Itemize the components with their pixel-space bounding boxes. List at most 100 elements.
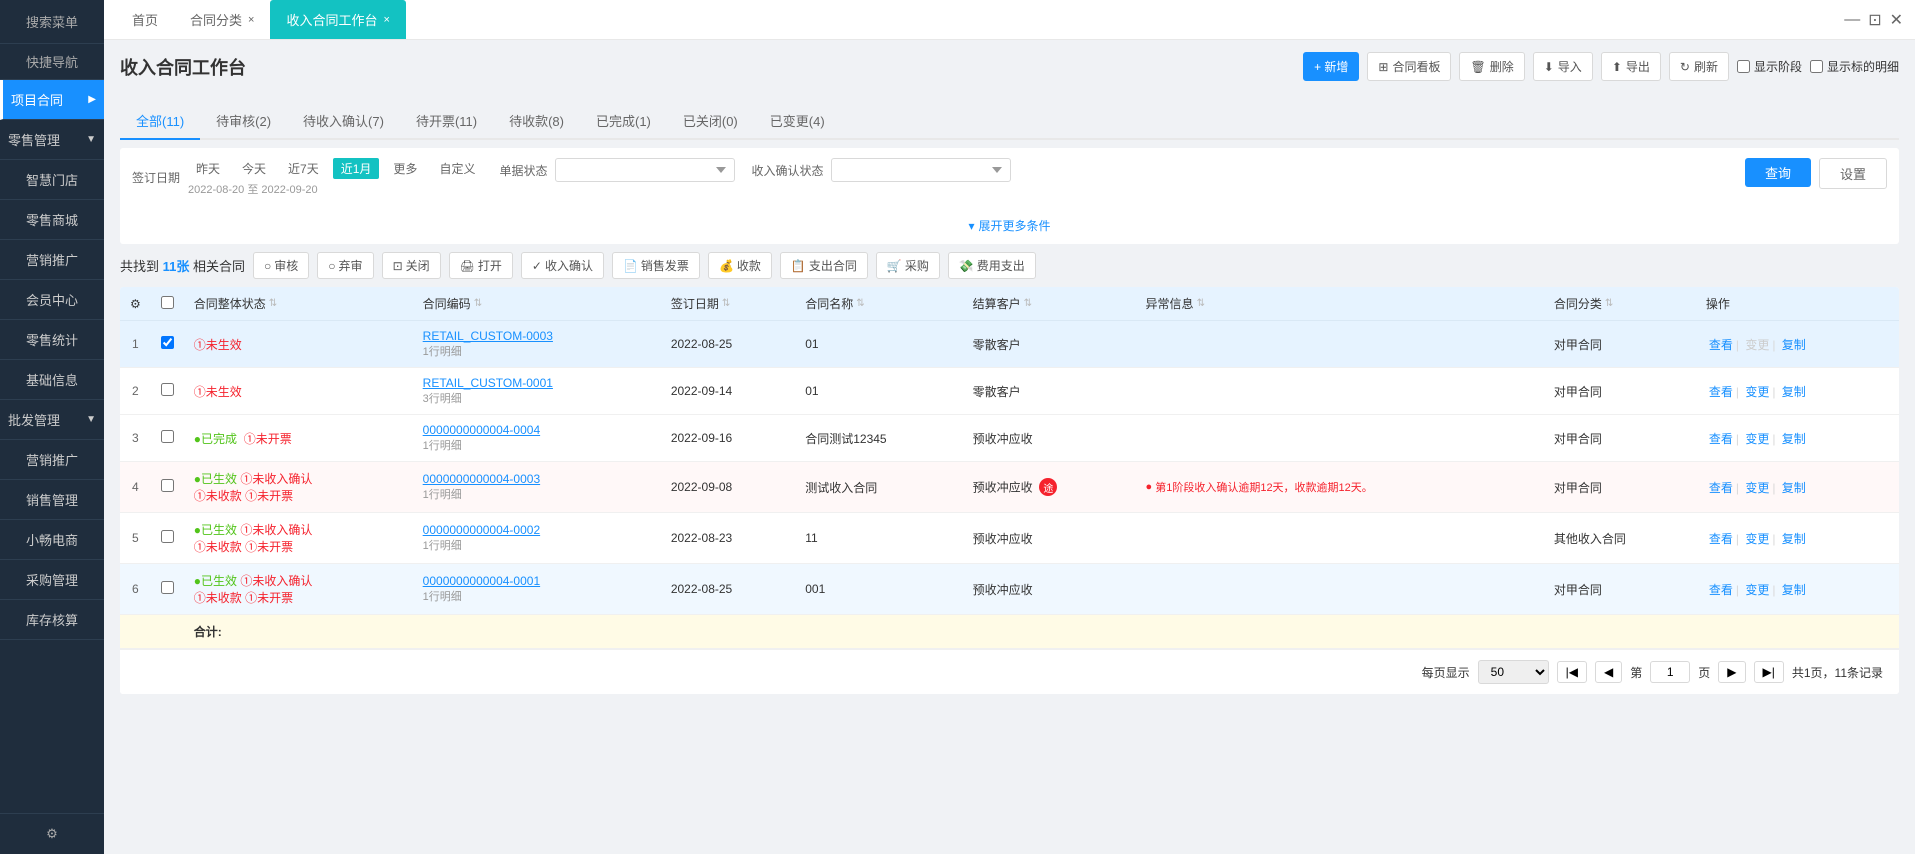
date-btn-yesterday[interactable]: 昨天 bbox=[188, 158, 228, 179]
row-checkbox[interactable] bbox=[161, 336, 174, 349]
filter-tab-pending-confirm[interactable]: 待收入确认(7) bbox=[287, 103, 400, 140]
select-all-checkbox[interactable] bbox=[161, 296, 174, 309]
change-action[interactable]: 变更 bbox=[1745, 583, 1769, 597]
sidebar-item-xiaochangec[interactable]: 小畅电商 bbox=[0, 520, 104, 560]
show-details-checkbox[interactable] bbox=[1810, 60, 1823, 73]
sidebar-item-retail-stat[interactable]: 零售统计 bbox=[0, 320, 104, 360]
contract-code-link[interactable]: 0000000000004-0002 bbox=[423, 523, 540, 537]
view-action[interactable]: 查看 bbox=[1709, 338, 1733, 352]
date-btn-last7days[interactable]: 近7天 bbox=[280, 158, 327, 179]
show-details-check[interactable]: 显示标的明细 bbox=[1810, 58, 1899, 75]
doc-status-select[interactable] bbox=[555, 158, 735, 182]
income-confirm-select[interactable] bbox=[831, 158, 1011, 182]
copy-action[interactable]: 复制 bbox=[1782, 481, 1806, 495]
sidebar-item-purchase[interactable]: 采购管理 bbox=[0, 560, 104, 600]
sales-invoice-button[interactable]: 📄 销售发票 bbox=[612, 252, 700, 279]
contract-code-link[interactable]: 0000000000004-0001 bbox=[423, 574, 540, 588]
prev-page-btn[interactable]: ◀ bbox=[1595, 661, 1622, 683]
view-action[interactable]: 查看 bbox=[1709, 385, 1733, 399]
copy-action[interactable]: 复制 bbox=[1782, 532, 1806, 546]
expense-out-button[interactable]: 📋 支出合同 bbox=[780, 252, 868, 279]
payment-button[interactable]: 💰 收款 bbox=[708, 252, 772, 279]
change-action[interactable]: 变更 bbox=[1745, 338, 1769, 352]
tab-maximize-icon[interactable]: ⊡ bbox=[1868, 10, 1881, 30]
change-action[interactable]: 变更 bbox=[1745, 385, 1769, 399]
settings-button[interactable]: 设置 bbox=[1819, 158, 1887, 189]
contract-code-link[interactable]: RETAIL_CUSTOM-0003 bbox=[423, 329, 553, 343]
sort-error-icon[interactable]: ⇅ bbox=[1197, 298, 1205, 309]
copy-action[interactable]: 复制 bbox=[1782, 583, 1806, 597]
tab-income-workbench[interactable]: 收入合同工作台 × bbox=[270, 0, 405, 39]
sidebar-item-smart-store[interactable]: 智慧门店 bbox=[0, 160, 104, 200]
income-confirm-button[interactable]: ✓ 收入确认 bbox=[521, 252, 604, 279]
sidebar-item-marketing[interactable]: 营销推广 bbox=[0, 240, 104, 280]
sort-type-icon[interactable]: ⇅ bbox=[1605, 298, 1613, 309]
sort-date-icon[interactable]: ⇅ bbox=[722, 298, 730, 309]
copy-action[interactable]: 复制 bbox=[1782, 432, 1806, 446]
settings-col-icon[interactable]: ⚙ bbox=[130, 297, 141, 311]
purchase-button[interactable]: 🛒 采购 bbox=[876, 252, 940, 279]
sidebar-item-inventory[interactable]: 库存核算 bbox=[0, 600, 104, 640]
kanban-button[interactable]: ⊞ 合同看板 bbox=[1367, 52, 1451, 81]
row-checkbox[interactable] bbox=[161, 430, 174, 443]
last-page-btn[interactable]: ▶| bbox=[1754, 661, 1784, 683]
query-button[interactable]: 查询 bbox=[1745, 158, 1811, 187]
contract-code-link[interactable]: 0000000000004-0003 bbox=[423, 472, 540, 486]
contract-code-link[interactable]: 0000000000004-0004 bbox=[423, 423, 540, 437]
view-action[interactable]: 查看 bbox=[1709, 432, 1733, 446]
sidebar-quick-nav[interactable]: 快捷导航 bbox=[0, 44, 104, 80]
change-action[interactable]: 变更 bbox=[1745, 432, 1769, 446]
close-contract-button[interactable]: ⊡ 关闭 bbox=[382, 252, 441, 279]
new-button[interactable]: + 新增 bbox=[1303, 52, 1359, 81]
tab-minimize-icon[interactable]: — bbox=[1844, 11, 1860, 29]
filter-tab-changed[interactable]: 已变更(4) bbox=[754, 103, 841, 140]
tab-close-income-workbench[interactable]: × bbox=[383, 14, 389, 26]
import-button[interactable]: ⬇ 导入 bbox=[1533, 52, 1593, 81]
sort-name-icon[interactable]: ⇅ bbox=[856, 298, 864, 309]
next-page-btn[interactable]: ▶ bbox=[1718, 661, 1745, 683]
filter-tab-completed[interactable]: 已完成(1) bbox=[580, 103, 667, 140]
view-action[interactable]: 查看 bbox=[1709, 532, 1733, 546]
filter-tab-closed[interactable]: 已关闭(0) bbox=[667, 103, 754, 140]
print-button[interactable]: 🖨 打开 bbox=[449, 252, 513, 279]
sidebar-item-member[interactable]: 会员中心 bbox=[0, 280, 104, 320]
sidebar-settings[interactable]: ⚙ bbox=[0, 813, 104, 854]
row-checkbox[interactable] bbox=[161, 383, 174, 396]
sort-code-icon[interactable]: ⇅ bbox=[474, 298, 482, 309]
copy-action[interactable]: 复制 bbox=[1782, 338, 1806, 352]
change-action[interactable]: 变更 bbox=[1745, 481, 1769, 495]
date-btn-more[interactable]: 更多 bbox=[385, 158, 425, 179]
tab-close-contract-type[interactable]: × bbox=[248, 14, 254, 26]
contract-code-link[interactable]: RETAIL_CUSTOM-0001 bbox=[423, 376, 553, 390]
row-checkbox[interactable] bbox=[161, 530, 174, 543]
page-size-select[interactable]: 50 10 20 100 bbox=[1478, 660, 1549, 684]
delete-button[interactable]: 🗑 删除 bbox=[1459, 52, 1524, 81]
date-btn-custom[interactable]: 自定义 bbox=[431, 158, 483, 179]
show-stages-check[interactable]: 显示阶段 bbox=[1737, 58, 1802, 75]
abandon-review-button[interactable]: ○ 弃审 bbox=[317, 252, 373, 279]
row-checkbox[interactable] bbox=[161, 581, 174, 594]
sidebar-item-base-info[interactable]: 基础信息 bbox=[0, 360, 104, 400]
page-input[interactable] bbox=[1650, 661, 1690, 683]
review-button[interactable]: ○ 审核 bbox=[253, 252, 309, 279]
view-action[interactable]: 查看 bbox=[1709, 481, 1733, 495]
date-btn-today[interactable]: 今天 bbox=[234, 158, 274, 179]
show-stages-checkbox[interactable] bbox=[1737, 60, 1750, 73]
tab-home[interactable]: 首页 bbox=[116, 0, 174, 39]
sidebar-item-retail-mall[interactable]: 零售商城 bbox=[0, 200, 104, 240]
change-action[interactable]: 变更 bbox=[1745, 532, 1769, 546]
view-action[interactable]: 查看 bbox=[1709, 583, 1733, 597]
filter-tab-pending-invoice[interactable]: 待开票(11) bbox=[400, 103, 493, 140]
tab-close-icon[interactable]: ✕ bbox=[1890, 10, 1903, 30]
refresh-button[interactable]: ↻ 刷新 bbox=[1669, 52, 1729, 81]
expand-filter-btn[interactable]: ▾ 展开更多条件 bbox=[968, 217, 1050, 234]
cost-out-button[interactable]: 💸 费用支出 bbox=[948, 252, 1036, 279]
sidebar-item-sales-mgmt[interactable]: 销售管理 bbox=[0, 480, 104, 520]
sidebar-item-project[interactable]: 项目合同 ▶ bbox=[0, 80, 104, 120]
sort-status-icon[interactable]: ⇅ bbox=[269, 298, 277, 309]
filter-tab-pending-review[interactable]: 待审核(2) bbox=[200, 103, 287, 140]
row-checkbox[interactable] bbox=[161, 479, 174, 492]
sidebar-item-wholesale[interactable]: 批发管理 ▼ bbox=[0, 400, 104, 440]
filter-tab-all[interactable]: 全部(11) bbox=[120, 103, 200, 140]
export-button[interactable]: ⬆ 导出 bbox=[1601, 52, 1661, 81]
